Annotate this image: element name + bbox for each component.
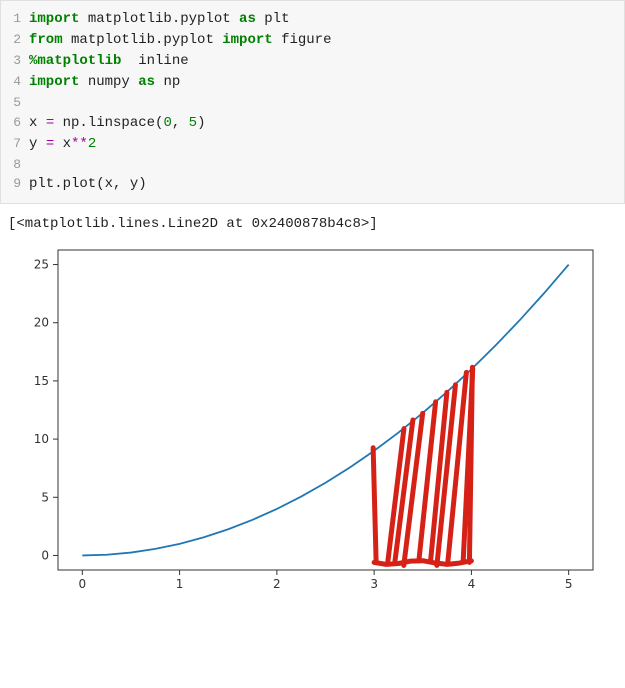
- svg-text:0: 0: [78, 577, 86, 591]
- code-line: 3%matplotlib inline: [1, 51, 624, 72]
- svg-text:5: 5: [41, 490, 49, 504]
- highlight-scribble: [373, 367, 473, 565]
- code-content: import matplotlib.pyplot as plt: [29, 9, 289, 30]
- line-number: 2: [1, 30, 29, 50]
- svg-text:20: 20: [34, 316, 49, 330]
- code-line: 6x = np.linspace(0, 5): [1, 113, 624, 134]
- line-chart: 0 1 2 3 4 5 0 5 10 15 20 25: [8, 240, 608, 605]
- line-number: 5: [1, 93, 29, 113]
- code-content: %matplotlib inline: [29, 51, 189, 72]
- line-number: 7: [1, 134, 29, 154]
- output-repr: [<matplotlib.lines.Line2D at 0x2400878b4…: [0, 212, 625, 238]
- svg-text:25: 25: [34, 258, 49, 272]
- code-line: 7y = x**2: [1, 134, 624, 155]
- svg-text:5: 5: [565, 577, 573, 591]
- line-number: 9: [1, 174, 29, 194]
- svg-text:1: 1: [176, 577, 184, 591]
- code-line: 4import numpy as np: [1, 72, 624, 93]
- code-line: 5: [1, 93, 624, 113]
- line-number: 6: [1, 113, 29, 133]
- line-number: 4: [1, 72, 29, 92]
- code-content: import numpy as np: [29, 72, 180, 93]
- chart-output: 0 1 2 3 4 5 0 5 10 15 20 25: [0, 238, 625, 615]
- svg-text:2: 2: [273, 577, 281, 591]
- svg-text:15: 15: [34, 374, 49, 388]
- svg-text:10: 10: [34, 432, 49, 446]
- data-line: [82, 265, 568, 556]
- svg-text:3: 3: [370, 577, 378, 591]
- code-content: y = x**2: [29, 134, 96, 155]
- line-number: 8: [1, 155, 29, 175]
- code-content: plt.plot(x, y): [29, 174, 147, 195]
- code-content: from matplotlib.pyplot import figure: [29, 30, 331, 51]
- line-number: 3: [1, 51, 29, 71]
- code-line: 9plt.plot(x, y): [1, 174, 624, 195]
- code-content: x = np.linspace(0, 5): [29, 113, 205, 134]
- svg-text:0: 0: [41, 548, 49, 562]
- line-number: 1: [1, 9, 29, 29]
- code-line: 1import matplotlib.pyplot as plt: [1, 9, 624, 30]
- code-cell: 1import matplotlib.pyplot as plt2from ma…: [0, 0, 625, 204]
- code-line: 8: [1, 155, 624, 175]
- code-line: 2from matplotlib.pyplot import figure: [1, 30, 624, 51]
- svg-text:4: 4: [468, 577, 476, 591]
